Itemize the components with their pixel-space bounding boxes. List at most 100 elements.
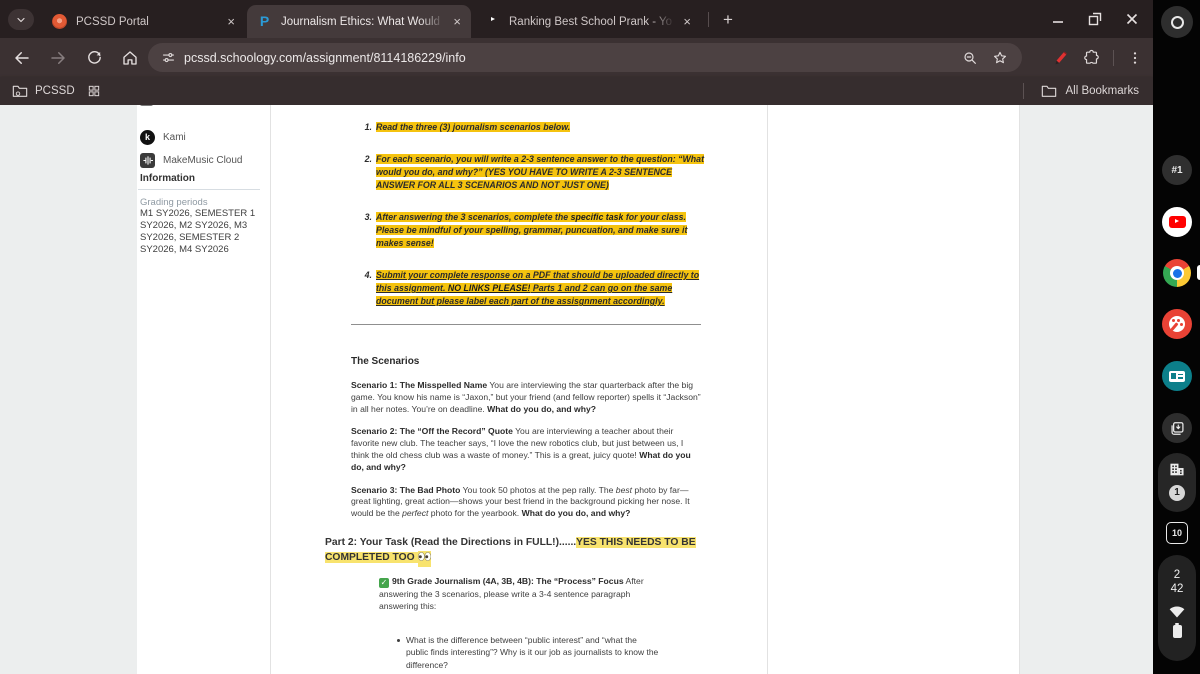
kami-icon: k xyxy=(140,130,155,145)
minimize-icon xyxy=(1053,21,1063,23)
assignment-description: 1. Read the three (3) journalism scenari… xyxy=(271,105,767,671)
tab-strip: PCSSD Portal × P Journalism Ethics: What… xyxy=(0,0,1153,38)
grading-periods-label: Grading periods xyxy=(140,197,208,208)
tab-close-icon[interactable]: × xyxy=(227,15,235,28)
toolbar-right xyxy=(1052,38,1143,77)
scenario-body: photo for the yearbook. xyxy=(428,508,522,519)
tab-title: Journalism Ethics: What Would xyxy=(281,15,440,28)
managed-folder-icon xyxy=(12,85,28,97)
notification-count-badge: 1 xyxy=(1169,485,1185,501)
calendar-date-button[interactable]: 10 xyxy=(1166,522,1188,544)
youtube-icon xyxy=(1168,216,1186,228)
close-window-button[interactable] xyxy=(1119,6,1145,32)
section-divider xyxy=(351,324,701,325)
step-text: Read the three (3) journalism scenarios … xyxy=(376,122,571,132)
notification-pill[interactable]: 1 xyxy=(1158,453,1196,512)
restore-button[interactable] xyxy=(1082,6,1108,32)
site-settings-tune-icon[interactable] xyxy=(161,50,176,65)
all-bookmarks-label: All Bookmarks xyxy=(1065,85,1140,97)
step-number: 3. xyxy=(364,212,372,222)
information-heading: Information xyxy=(140,173,195,184)
screencast-app-button[interactable] xyxy=(1162,361,1192,391)
direction-step-3: 3. After answering the 3 scenarios, comp… xyxy=(271,211,706,250)
sidebar-item-makemusic-cloud[interactable]: MakeMusic Cloud xyxy=(140,153,242,168)
home-icon xyxy=(123,50,137,65)
course-sidebar: k Kami MakeMusic Cloud Information Gradi… xyxy=(137,105,270,674)
bookmarks-bar: PCSSD All Bookmarks xyxy=(0,77,1153,105)
toolbar-separator xyxy=(1113,49,1114,66)
clipped-app-item xyxy=(140,105,240,111)
status-tray[interactable]: 2 42 xyxy=(1158,555,1196,661)
all-bookmarks-button[interactable]: All Bookmarks xyxy=(1022,83,1140,99)
page-content: k Kami MakeMusic Cloud Information Gradi… xyxy=(0,105,1153,674)
apps-grid-button[interactable] xyxy=(87,84,101,98)
zoom-out-icon[interactable] xyxy=(962,50,978,66)
youtube-app-button[interactable] xyxy=(1162,207,1192,237)
task-title: 9th Grade Journalism (4A, 3B, 4B): The “… xyxy=(392,575,624,586)
scenario-question: What do you do, and why? xyxy=(487,403,597,414)
forward-button[interactable] xyxy=(44,44,72,72)
chevron-down-icon xyxy=(17,17,25,22)
canvas-app-button[interactable] xyxy=(1162,309,1192,339)
tab-close-icon[interactable]: × xyxy=(683,15,691,28)
url-text[interactable]: pcssd.schoology.com/assignment/811418622… xyxy=(184,51,962,65)
tab-search-button[interactable] xyxy=(8,9,34,30)
task-bullet-question: What is the difference between “public i… xyxy=(397,635,659,670)
reload-button[interactable] xyxy=(80,44,108,72)
step-number: 1. xyxy=(364,122,372,132)
screen-capture-app-button[interactable] xyxy=(1162,413,1192,443)
building-notification-icon xyxy=(1170,463,1184,476)
scenario-3: Scenario 3: The Bad Photo You took 50 ph… xyxy=(351,485,703,520)
system-shelf: #1 1 10 2 42 xyxy=(1153,0,1200,674)
sidebar-divider xyxy=(138,189,260,190)
bookmarks-separator xyxy=(1022,83,1024,99)
new-tab-button[interactable]: + xyxy=(716,8,740,32)
powerschool-favicon-icon: P xyxy=(259,13,270,29)
window-controls xyxy=(1045,0,1145,38)
chrome-icon xyxy=(1163,259,1191,287)
back-arrow-icon xyxy=(15,51,29,64)
scenario-title: Scenario 1: The Misspelled Name xyxy=(351,380,488,390)
scenario-2: Scenario 2: The “Off the Record” Quote Y… xyxy=(351,426,703,473)
page-right-column xyxy=(768,105,1020,674)
tab-separator xyxy=(708,12,709,27)
directions-list: 1. Read the three (3) journalism scenari… xyxy=(271,105,767,308)
menu-kebab-icon[interactable] xyxy=(1127,50,1143,66)
back-button[interactable] xyxy=(8,44,36,72)
assignment-main-panel: 1. Read the three (3) journalism scenari… xyxy=(270,105,768,674)
browser-window: PCSSD Portal × P Journalism Ethics: What… xyxy=(0,0,1153,674)
direction-step-4: 4. Submit your complete response on a PD… xyxy=(271,269,706,308)
step-text-strong: NO LINKS PLEASE! xyxy=(447,283,531,293)
launcher-button[interactable] xyxy=(1161,6,1193,38)
battery-icon xyxy=(1172,622,1182,638)
scenarios-heading: The Scenarios xyxy=(351,356,420,367)
tab-pcssd-portal[interactable]: PCSSD Portal × xyxy=(42,5,245,38)
scenario-question: What do you do, and why? xyxy=(521,508,631,519)
bookmark-label: PCSSD xyxy=(35,85,75,97)
direction-step-1: 1. Read the three (3) journalism scenari… xyxy=(271,121,706,134)
bookmark-folder-pcssd[interactable]: PCSSD xyxy=(12,84,75,98)
scenario-emphasis: perfect xyxy=(402,508,429,519)
minimize-button[interactable] xyxy=(1045,6,1071,32)
scenario-title: Scenario 3: The Bad Photo xyxy=(351,484,461,495)
sidebar-item-kami[interactable]: k Kami xyxy=(140,130,186,145)
kami-extension-icon[interactable] xyxy=(1052,49,1070,67)
part2-heading: Part 2: Your Task (Read the Directions i… xyxy=(325,535,725,567)
reload-icon xyxy=(87,51,101,64)
forward-arrow-icon xyxy=(51,51,65,64)
folder-icon xyxy=(1041,85,1056,97)
tab-youtube-video[interactable]: Ranking Best School Prank - Yo × xyxy=(475,5,701,38)
tab-close-icon[interactable]: × xyxy=(453,15,461,28)
clock: 2 42 xyxy=(1171,568,1184,596)
chrome-app-button[interactable] xyxy=(1162,258,1192,288)
step-number: 4. xyxy=(364,270,372,280)
tab-journalism-ethics-active[interactable]: P Journalism Ethics: What Would × xyxy=(247,5,471,38)
eyes-emoji-icon xyxy=(417,551,431,567)
home-button[interactable] xyxy=(116,44,144,72)
bookmark-star-icon[interactable] xyxy=(992,50,1008,66)
extensions-puzzle-icon[interactable] xyxy=(1083,49,1100,66)
part2-heading-text: Part 2: Your Task (Read the Directions i… xyxy=(325,536,577,548)
address-bar[interactable]: pcssd.schoology.com/assignment/811418622… xyxy=(148,43,1022,72)
palette-icon xyxy=(1169,316,1185,332)
pinned-window-badge[interactable]: #1 xyxy=(1162,155,1192,185)
